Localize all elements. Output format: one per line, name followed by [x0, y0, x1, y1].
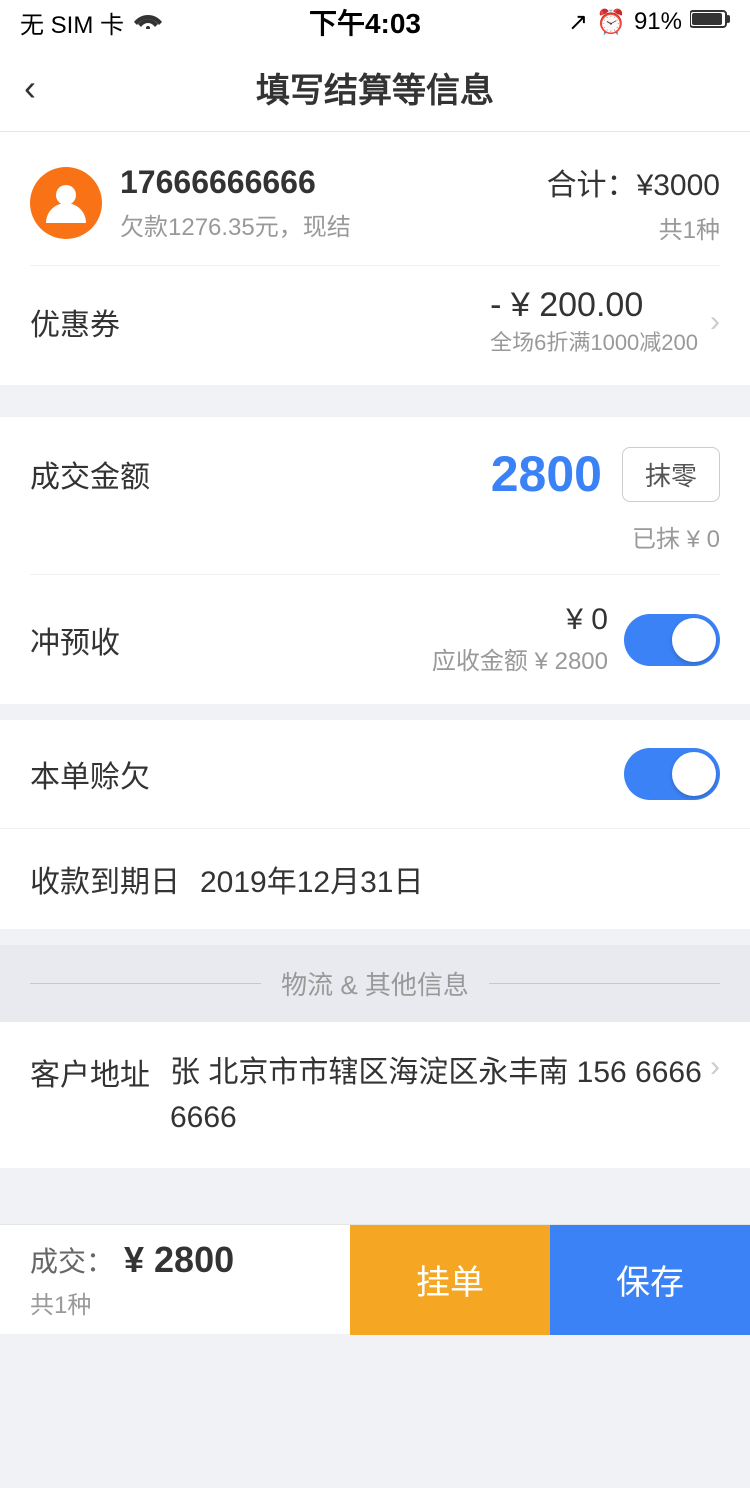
status-right: ↗ ⏰ 91% — [568, 8, 730, 37]
coupon-chevron: › — [710, 305, 720, 339]
transaction-section: 成交金额 2800 抹零 已抹 ¥ 0 冲预收 ¥ 0 应收金额 ¥ 2800 — [0, 417, 750, 704]
due-date-section: 收款到期日 2019年12月31日 — [0, 828, 750, 929]
logistics-text: 物流 & 其他信息 — [281, 965, 469, 1002]
transaction-label: 成交金额 — [30, 452, 150, 496]
coupon-detail: - ¥ 200.00 全场6折满1000减200 — [490, 286, 698, 357]
location-icon: ↗ — [568, 8, 588, 37]
pending-button[interactable]: 挂单 — [350, 1225, 550, 1335]
toggle-knob — [672, 618, 716, 662]
customer-row: 17666666666 欠款1276.35元，现结 合计：¥3000 共1种 — [30, 160, 720, 245]
bottom-deal: 成交： ¥ 2800 — [30, 1239, 320, 1281]
save-button[interactable]: 保存 — [550, 1225, 750, 1335]
battery-icon — [690, 8, 730, 36]
customer-info: 17666666666 欠款1276.35元，现结 — [120, 164, 351, 242]
status-bar: 无 SIM 卡 下午4:03 ↗ ⏰ 91% — [0, 0, 750, 44]
total-count: 共1种 — [547, 210, 720, 245]
prepay-row: 冲预收 ¥ 0 应收金额 ¥ 2800 — [30, 595, 720, 676]
debt-toggle[interactable] — [624, 748, 720, 800]
prepay-right: ¥ 0 应收金额 ¥ 2800 — [432, 603, 720, 676]
customer-debt: 欠款1276.35元，现结 — [120, 207, 351, 242]
total-amount: 合计：¥3000 — [547, 160, 720, 204]
bottom-bar: 成交： ¥ 2800 共1种 挂单 保存 — [0, 1224, 750, 1334]
prepay-amount: ¥ 0 — [432, 603, 608, 637]
section-gap-2 — [0, 704, 750, 720]
customer-left: 17666666666 欠款1276.35元，现结 — [30, 164, 351, 242]
status-time: 下午4:03 — [309, 2, 421, 42]
address-chevron: › — [710, 1050, 720, 1084]
coupon-label: 优惠券 — [30, 300, 120, 344]
customer-total: 合计：¥3000 共1种 — [547, 160, 720, 245]
date-row: 收款到期日 2019年12月31日 — [30, 857, 720, 901]
transaction-sub: 已抹 ¥ 0 — [30, 519, 720, 554]
prepay-sub: 应收金额 ¥ 2800 — [432, 641, 608, 676]
debt-toggle-knob — [672, 752, 716, 796]
bottom-info: 成交： ¥ 2800 共1种 — [0, 1239, 350, 1320]
transaction-right: 2800 抹零 — [491, 445, 720, 503]
wifi-icon — [134, 8, 162, 36]
debt-section: 本单赊欠 — [0, 720, 750, 828]
sep-line-left — [30, 983, 261, 984]
battery-text: 91% — [634, 8, 682, 36]
customer-card: 17666666666 欠款1276.35元，现结 合计：¥3000 共1种 优… — [0, 132, 750, 385]
due-date-value: 2019年12月31日 — [200, 857, 423, 901]
coupon-row[interactable]: 优惠券 - ¥ 200.00 全场6折满1000减200 › — [30, 286, 720, 357]
coupon-desc: 全场6折满1000减200 — [490, 325, 698, 357]
transaction-row: 成交金额 2800 抹零 — [30, 445, 720, 503]
back-button[interactable]: ‹ — [24, 67, 36, 109]
divider — [30, 265, 720, 266]
due-date-label: 收款到期日 — [30, 857, 180, 901]
status-left: 无 SIM 卡 — [20, 5, 162, 40]
bottom-count: 共1种 — [30, 1285, 320, 1320]
debt-label: 本单赊欠 — [30, 752, 150, 796]
section-gap-1 — [0, 401, 750, 417]
prepay-toggle[interactable] — [624, 614, 720, 666]
deal-amount: ¥ 2800 — [124, 1239, 234, 1281]
divider-2 — [30, 574, 720, 575]
round-button[interactable]: 抹零 — [622, 447, 720, 502]
customer-phone: 17666666666 — [120, 164, 351, 201]
sep-line-right — [489, 983, 720, 984]
prepay-label: 冲预收 — [30, 618, 120, 662]
total-label: 合计： — [547, 169, 637, 202]
address-label: 客户地址 — [30, 1050, 150, 1094]
coupon-amount: - ¥ 200.00 — [490, 286, 698, 325]
sim-signal: 无 SIM 卡 — [20, 5, 124, 40]
logistics-separator: 物流 & 其他信息 — [0, 945, 750, 1022]
nav-bar: ‹ 填写结算等信息 — [0, 44, 750, 132]
total-value: ¥3000 — [637, 169, 720, 202]
prepay-values: ¥ 0 应收金额 ¥ 2800 — [432, 603, 608, 676]
address-value: 张 北京市市辖区海淀区永丰南 156 6666 6666 — [170, 1050, 710, 1140]
address-section[interactable]: 客户地址 张 北京市市辖区海淀区永丰南 156 6666 6666 › — [0, 1022, 750, 1168]
page-title: 填写结算等信息 — [256, 63, 494, 112]
deal-label: 成交： — [30, 1240, 114, 1280]
avatar — [30, 167, 102, 239]
coupon-right: - ¥ 200.00 全场6折满1000减200 › — [490, 286, 720, 357]
transaction-amount: 2800 — [491, 445, 602, 503]
alarm-icon: ⏰ — [596, 8, 626, 37]
